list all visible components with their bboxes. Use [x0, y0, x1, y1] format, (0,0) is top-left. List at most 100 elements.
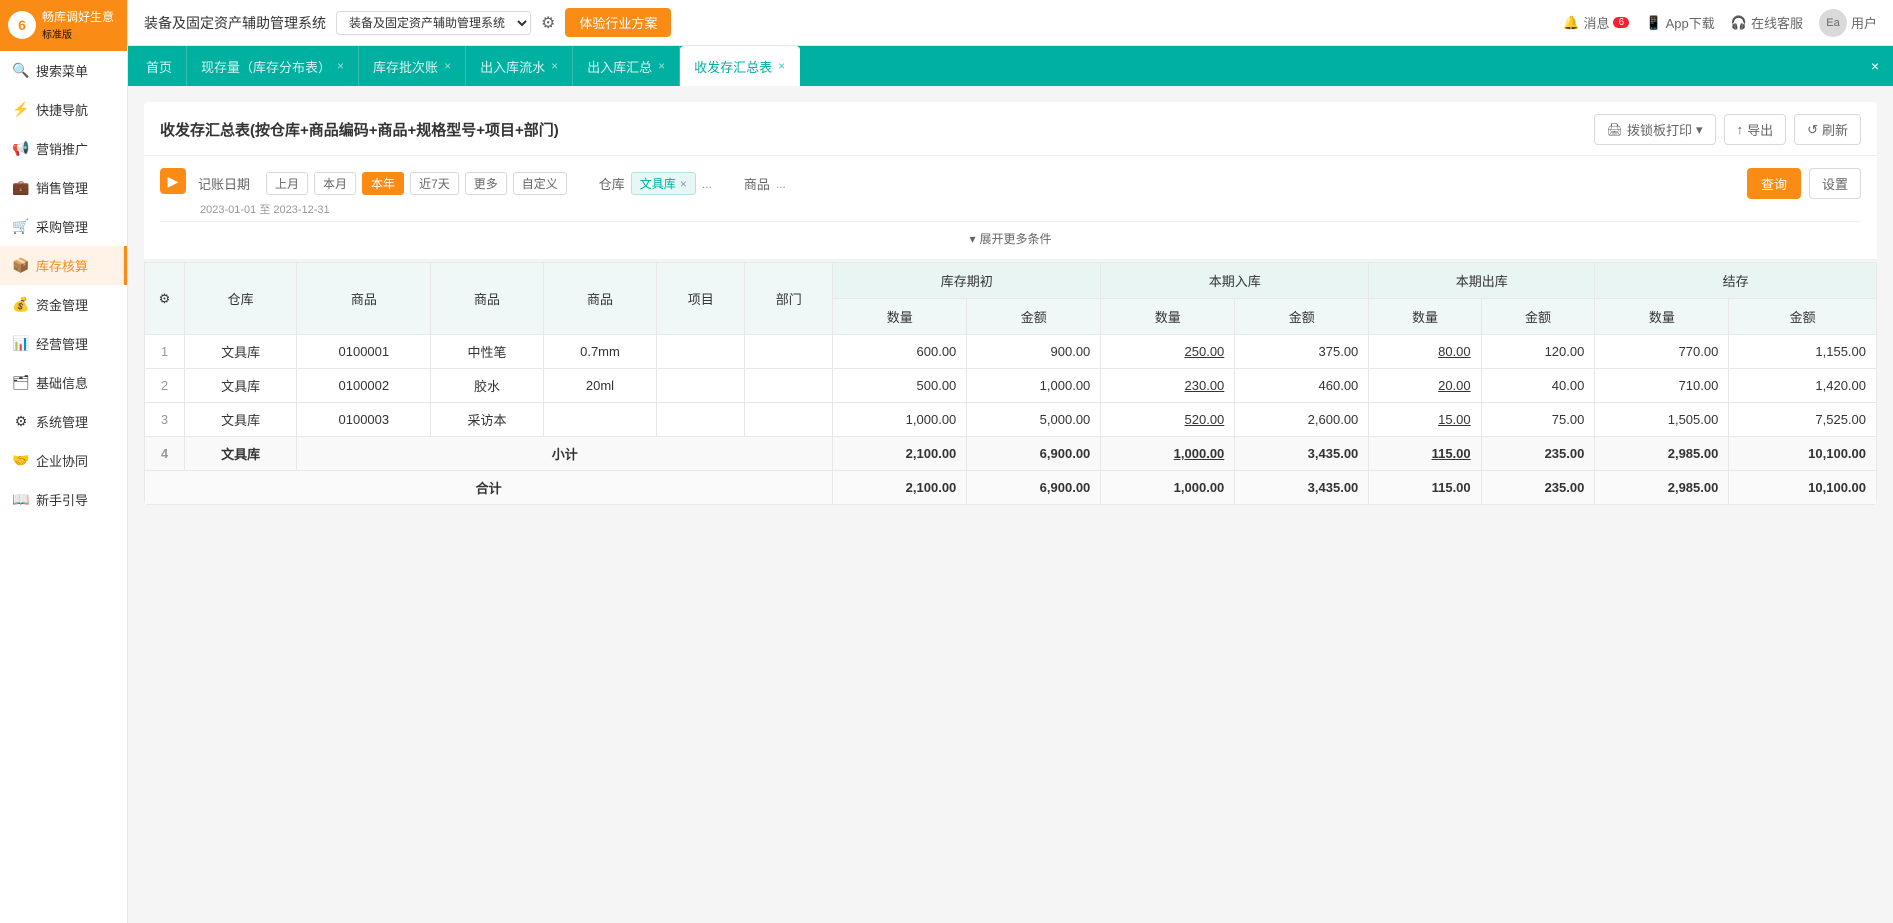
- row-bal-qty: 1,505.00: [1595, 403, 1729, 437]
- sidebar-item-guide[interactable]: 📖 新手引导: [0, 480, 127, 519]
- sidebar-item-label: 系统管理: [36, 412, 88, 431]
- sidebar-item-search[interactable]: 🔍 搜索菜单: [0, 51, 127, 90]
- date-range-display: 2023-01-01 至 2023-12-31: [200, 201, 1861, 217]
- th-group-out: 本期出库: [1369, 263, 1595, 299]
- sidebar-item-purchase[interactable]: 🛒 采购管理: [0, 207, 127, 246]
- data-table-container: ⚙ 仓库 商品 商品 商品 项目 部门 库存期初 本期入库 本期出库 结存 数量: [144, 262, 1877, 505]
- expand-icon: ▾: [969, 232, 975, 246]
- notification-badge: 6: [1613, 17, 1629, 28]
- row-in-qty[interactable]: 230.00: [1101, 369, 1235, 403]
- sidebar-item-label: 销售管理: [36, 178, 88, 197]
- row-warehouse: 文具库: [185, 335, 297, 369]
- query-button[interactable]: 查询: [1747, 168, 1801, 199]
- th-name: 商品: [431, 263, 543, 335]
- try-industry-button[interactable]: 体验行业方案: [565, 8, 671, 37]
- page-title: 收发存汇总表(按仓库+商品编码+商品+规格型号+项目+部门): [160, 119, 559, 140]
- tab-close-icon[interactable]: ×: [444, 59, 451, 73]
- row-warehouse: 文具库: [185, 369, 297, 403]
- chart-icon: 📊: [12, 335, 30, 352]
- tab-close-icon[interactable]: ×: [337, 59, 344, 73]
- row-out-qty[interactable]: 15.00: [1369, 403, 1481, 437]
- row-bal-qty: 710.00: [1595, 369, 1729, 403]
- sidebar-item-quicknav[interactable]: ⚡ 快捷导航: [0, 90, 127, 129]
- app-download-item[interactable]: 📱 App下载: [1645, 13, 1714, 32]
- sidebar-item-collab[interactable]: 🤝 企业协同: [0, 441, 127, 480]
- filter-settings-button[interactable]: 设置: [1809, 168, 1861, 199]
- th-gear[interactable]: ⚙: [145, 263, 185, 335]
- sidebar-item-marketing[interactable]: 📢 营销推广: [0, 129, 127, 168]
- date-more-btn[interactable]: 更多: [465, 172, 507, 195]
- tab-label: 出入库汇总: [587, 57, 652, 76]
- notification-item[interactable]: 🔔 消息 6: [1563, 13, 1629, 32]
- subtotal-row: 4 文具库 小计 2,100.00 6,900.00 1,000.00 3,43…: [145, 437, 1877, 471]
- th-group-in: 本期入库: [1101, 263, 1369, 299]
- row-name: 中性笔: [431, 335, 543, 369]
- online-service-item[interactable]: 🎧 在线客服: [1731, 13, 1803, 32]
- refresh-icon: ↺: [1807, 122, 1818, 138]
- subtotal-out-qty[interactable]: 115.00: [1369, 437, 1481, 471]
- expand-more-conditions-button[interactable]: ▾ 展开更多条件: [160, 221, 1861, 247]
- tab-batch-account[interactable]: 库存批次账 ×: [359, 46, 466, 86]
- sidebar-item-base-info[interactable]: 🗂 基础信息: [0, 363, 127, 402]
- sidebar-item-operations[interactable]: 📊 经营管理: [0, 324, 127, 363]
- total-in-amt: 3,435.00: [1235, 471, 1369, 505]
- filter-expand-button[interactable]: ▶: [160, 168, 186, 194]
- warehouse-more-button[interactable]: ...: [702, 177, 712, 191]
- export-button[interactable]: ↑ 导出: [1724, 114, 1787, 145]
- row-bal-qty: 770.00: [1595, 335, 1729, 369]
- sidebar-item-system[interactable]: ⚙ 系统管理: [0, 402, 127, 441]
- lightning-icon: ⚡: [12, 101, 30, 118]
- tab-close-icon[interactable]: ×: [778, 59, 785, 73]
- avatar: Ea: [1819, 9, 1847, 37]
- cart-icon: 🛒: [12, 218, 30, 235]
- date-custom-btn[interactable]: 自定义: [513, 172, 567, 195]
- tab-label: 现存量（库存分布表）: [201, 57, 331, 76]
- tab-close-icon[interactable]: ×: [658, 59, 665, 73]
- row-index: 1: [145, 335, 185, 369]
- row-in-amt: 375.00: [1235, 335, 1369, 369]
- date-7days-btn[interactable]: 近7天: [410, 172, 459, 195]
- row-out-qty[interactable]: 20.00: [1369, 369, 1481, 403]
- row-index: 2: [145, 369, 185, 403]
- row-out-qty[interactable]: 80.00: [1369, 335, 1481, 369]
- handshake-icon: 🤝: [12, 452, 30, 469]
- th-project: 项目: [657, 263, 745, 335]
- sidebar-item-label: 采购管理: [36, 217, 88, 236]
- goods-filter: 商品 ...: [744, 174, 786, 193]
- tab-label: 库存批次账: [373, 57, 438, 76]
- close-all-tabs-button[interactable]: ×: [1861, 58, 1889, 74]
- tab-inventory-dist[interactable]: 现存量（库存分布表） ×: [187, 46, 359, 86]
- tab-receipt-summary[interactable]: 收发存汇总表 ×: [680, 46, 800, 86]
- row-warehouse: 文具库: [185, 403, 297, 437]
- settings-icon[interactable]: ⚙: [541, 13, 555, 33]
- row-out-amt: 120.00: [1481, 335, 1595, 369]
- date-this-year-btn[interactable]: 本年: [362, 172, 404, 195]
- sidebar-item-inventory[interactable]: 📦 库存核算: [0, 246, 127, 285]
- row-code: 0100002: [297, 369, 431, 403]
- row-init-qty: 500.00: [833, 369, 967, 403]
- table-row: 1 文具库 0100001 中性笔 0.7mm 600.00 900.00 25…: [145, 335, 1877, 369]
- sidebar-item-finance[interactable]: 💰 资金管理: [0, 285, 127, 324]
- money-icon: 💰: [12, 296, 30, 313]
- goods-more-button[interactable]: ...: [776, 177, 786, 191]
- warehouse-tag-close-icon[interactable]: ×: [680, 177, 687, 191]
- print-button[interactable]: 🖨 拨锁板打印 ▾: [1594, 114, 1716, 145]
- refresh-button[interactable]: ↺ 刷新: [1794, 114, 1861, 145]
- row-name: 胶水: [431, 369, 543, 403]
- user-item[interactable]: Ea 用户: [1819, 9, 1877, 37]
- sidebar-item-sales[interactable]: 💼 销售管理: [0, 168, 127, 207]
- gear-icon: ⚙: [12, 413, 30, 430]
- date-this-month-btn[interactable]: 本月: [314, 172, 356, 195]
- subtotal-in-qty[interactable]: 1,000.00: [1101, 437, 1235, 471]
- row-in-qty[interactable]: 250.00: [1101, 335, 1235, 369]
- tab-inout-flow[interactable]: 出入库流水 ×: [466, 46, 573, 86]
- tab-inout-summary[interactable]: 出入库汇总 ×: [573, 46, 680, 86]
- date-last-month-btn[interactable]: 上月: [266, 172, 308, 195]
- row-in-qty[interactable]: 520.00: [1101, 403, 1235, 437]
- topbar-right: 🔔 消息 6 📱 App下载 🎧 在线客服 Ea 用户: [1563, 9, 1877, 37]
- industry-select[interactable]: 装备及固定资产辅助管理系统: [336, 11, 531, 35]
- tab-close-icon[interactable]: ×: [551, 59, 558, 73]
- subtotal-index: 4: [145, 437, 185, 471]
- tab-home[interactable]: 首页: [132, 46, 187, 86]
- mobile-icon: 📱: [1645, 15, 1661, 31]
